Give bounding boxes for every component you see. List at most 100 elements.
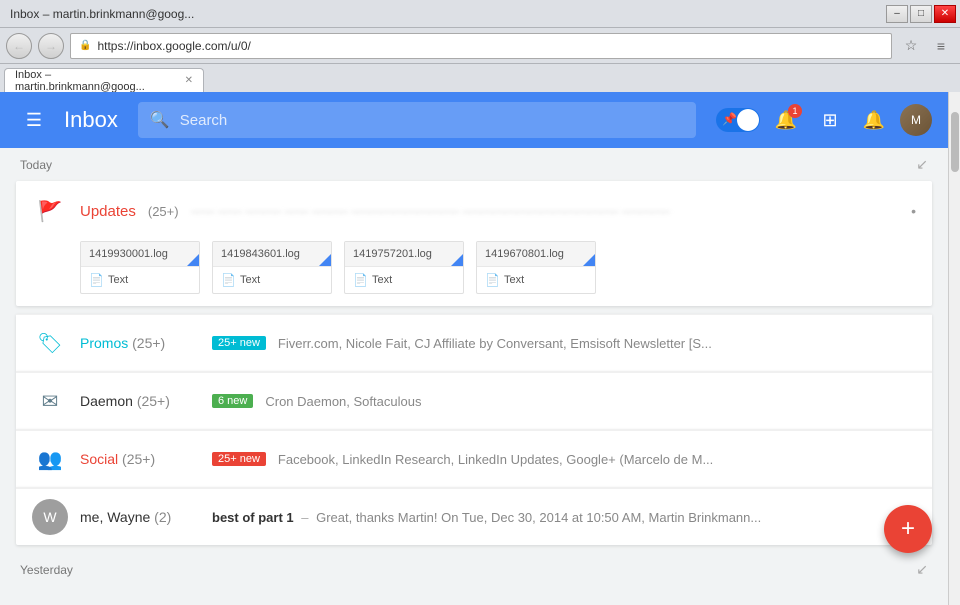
daemon-snippet: Cron Daemon, Softaculous bbox=[265, 394, 916, 409]
daemon-icon: ✉ bbox=[32, 383, 68, 419]
social-snippet: Facebook, LinkedIn Research, LinkedIn Up… bbox=[278, 452, 916, 467]
pin-toggle-button[interactable]: 📌 bbox=[716, 108, 760, 132]
fold-corner bbox=[319, 254, 331, 266]
doc-icon-1: 📄 bbox=[221, 273, 236, 287]
yesterday-sort-icon[interactable]: ↙ bbox=[916, 561, 928, 578]
wayne-email-row[interactable]: W me, Wayne (2) best of part 1 – Great, … bbox=[16, 488, 932, 545]
attachment-card-3[interactable]: 1419670801.log 📄 Text bbox=[476, 241, 596, 294]
bottom-spacer bbox=[0, 582, 948, 605]
updates-preview: —— —— ——— —— ——— ————————— —————————————… bbox=[191, 204, 900, 218]
social-badge: 25+ new bbox=[212, 452, 266, 466]
hamburger-button[interactable]: ☰ bbox=[16, 102, 52, 138]
people-icon: 👥 bbox=[38, 447, 63, 472]
alert-icon: 🔔 bbox=[863, 110, 885, 131]
main-scroll-area[interactable]: Today ↙ 🚩 Updates (25+) —— —— ——— —— ———… bbox=[0, 148, 948, 605]
attachment-body-3: 📄 Text bbox=[477, 267, 595, 293]
attachment-card-0[interactable]: 1419930001.log 📄 Text bbox=[80, 241, 200, 294]
header-right: 📌 🔔 1 ⊞ 🔔 M bbox=[716, 102, 932, 138]
attachment-filename-1: 1419843601.log bbox=[213, 242, 331, 267]
promos-snippet: Fiverr.com, Nicole Fait, CJ Affiliate by… bbox=[278, 336, 916, 351]
social-icon: 👥 bbox=[32, 441, 68, 477]
window-title: Inbox – martin.brinkmann@goog... bbox=[0, 7, 886, 21]
wayne-row[interactable]: W me, Wayne (2) best of part 1 – Great, … bbox=[16, 487, 932, 545]
tag-icon: 🏷 bbox=[37, 331, 62, 356]
updates-count: (25+) bbox=[148, 204, 179, 219]
scrollbar[interactable] bbox=[948, 92, 960, 605]
toolbar-right: ☆ ≡ bbox=[898, 33, 954, 59]
daemon-badge: 6 new bbox=[212, 394, 253, 408]
updates-top-row: 🚩 Updates (25+) —— —— ——— —— ——— ———————… bbox=[16, 181, 932, 237]
wayne-snippet: best of part 1 – Great, thanks Martin! O… bbox=[212, 510, 916, 525]
fold-corner bbox=[583, 254, 595, 266]
attachment-card-1[interactable]: 1419843601.log 📄 Text bbox=[212, 241, 332, 294]
menu-button[interactable]: ≡ bbox=[928, 33, 954, 59]
attachment-body-2: 📄 Text bbox=[345, 267, 463, 293]
alert-button[interactable]: 🔔 bbox=[856, 102, 892, 138]
wayne-avatar: W bbox=[32, 499, 68, 535]
updates-more-icon: • bbox=[911, 203, 916, 219]
fold-corner bbox=[187, 254, 199, 266]
inbox-header: ☰ Inbox 🔍 Search 📌 🔔 1 ⊞ bbox=[0, 92, 948, 148]
inbox-logo: Inbox bbox=[64, 107, 118, 133]
promos-icon: 🏷 bbox=[32, 325, 68, 361]
browser-tab[interactable]: Inbox – martin.brinkmann@goog... ✕ bbox=[4, 68, 204, 92]
daemon-row[interactable]: ✉ Daemon (25+) 6 new Cron Daemon, Softac… bbox=[16, 371, 932, 429]
tab-label: Inbox – martin.brinkmann@goog... bbox=[15, 69, 179, 93]
sort-icon[interactable]: ↙ bbox=[916, 156, 928, 173]
tab-close-button[interactable]: ✕ bbox=[185, 75, 193, 86]
app-wrapper: ☰ Inbox 🔍 Search 📌 🔔 1 ⊞ bbox=[0, 92, 960, 605]
doc-icon-0: 📄 bbox=[89, 273, 104, 287]
attachment-card-2[interactable]: 1419757201.log 📄 Text bbox=[344, 241, 464, 294]
promos-email-row[interactable]: 🏷 Promos (25+) 25+ new Fiverr.com, Nicol… bbox=[16, 314, 932, 371]
doc-icon-3: 📄 bbox=[485, 273, 500, 287]
compose-fab-button[interactable]: + bbox=[884, 505, 932, 553]
yesterday-section-header: Yesterday ↙ bbox=[0, 553, 948, 582]
today-label: Today bbox=[20, 158, 52, 172]
updates-title: Updates bbox=[80, 203, 136, 220]
star-button[interactable]: ☆ bbox=[898, 33, 924, 59]
updates-flag-icon: 🚩 bbox=[32, 193, 68, 229]
attachment-filename-2: 1419757201.log bbox=[345, 242, 463, 267]
social-sender: Social (25+) bbox=[80, 451, 200, 467]
minimize-button[interactable]: – bbox=[886, 5, 908, 23]
address-text: https://inbox.google.com/u/0/ bbox=[97, 39, 250, 53]
browser-toolbar: ← → 🔒 https://inbox.google.com/u/0/ ☆ ≡ bbox=[0, 28, 960, 64]
attachment-body-0: 📄 Text bbox=[81, 267, 199, 293]
attachment-body-1: 📄 Text bbox=[213, 267, 331, 293]
title-bar: Inbox – martin.brinkmann@goog... – □ ✕ bbox=[0, 0, 960, 28]
scroll-thumb[interactable] bbox=[951, 112, 959, 172]
pin-icon: 📌 bbox=[722, 112, 737, 126]
forward-button[interactable]: → bbox=[38, 33, 64, 59]
fold-corner bbox=[451, 254, 463, 266]
close-button[interactable]: ✕ bbox=[934, 5, 956, 23]
doc-icon-2: 📄 bbox=[353, 273, 368, 287]
promos-row[interactable]: 🏷 Promos (25+) 25+ new Fiverr.com, Nicol… bbox=[16, 314, 932, 371]
app-content: ☰ Inbox 🔍 Search 📌 🔔 1 ⊞ bbox=[0, 92, 948, 605]
search-bar[interactable]: 🔍 Search bbox=[138, 102, 696, 138]
address-bar[interactable]: 🔒 https://inbox.google.com/u/0/ bbox=[70, 33, 892, 59]
window-controls: – □ ✕ bbox=[886, 5, 956, 23]
attachment-filename-0: 1419930001.log bbox=[81, 242, 199, 267]
daemon-sender: Daemon (25+) bbox=[80, 393, 200, 409]
notification-button[interactable]: 🔔 1 bbox=[768, 102, 804, 138]
today-section-header: Today ↙ bbox=[0, 148, 948, 181]
social-email-row[interactable]: 👥 Social (25+) 25+ new Facebook, LinkedI… bbox=[16, 430, 932, 487]
updates-bundle-card[interactable]: 🚩 Updates (25+) —— —— ——— —— ——— ———————… bbox=[16, 181, 932, 306]
promos-sender: Promos (25+) bbox=[80, 335, 200, 351]
attachments-row: 1419930001.log 📄 Text 1419843601.log bbox=[16, 237, 932, 306]
daemon-email-row[interactable]: ✉ Daemon (25+) 6 new Cron Daemon, Softac… bbox=[16, 372, 932, 429]
search-icon: 🔍 bbox=[150, 110, 170, 130]
wayne-sender: me, Wayne (2) bbox=[80, 509, 200, 525]
grid-icon: ⊞ bbox=[822, 110, 837, 131]
yesterday-label: Yesterday bbox=[20, 563, 73, 577]
lock-icon: 🔒 bbox=[79, 40, 91, 51]
notification-badge: 1 bbox=[788, 104, 802, 118]
search-placeholder: Search bbox=[180, 112, 228, 129]
promos-badge: 25+ new bbox=[212, 336, 266, 350]
maximize-button[interactable]: □ bbox=[910, 5, 932, 23]
grid-button[interactable]: ⊞ bbox=[812, 102, 848, 138]
back-button[interactable]: ← bbox=[6, 33, 32, 59]
flag-icon: 🚩 bbox=[38, 199, 63, 224]
account-avatar[interactable]: M bbox=[900, 104, 932, 136]
social-row[interactable]: 👥 Social (25+) 25+ new Facebook, LinkedI… bbox=[16, 429, 932, 487]
